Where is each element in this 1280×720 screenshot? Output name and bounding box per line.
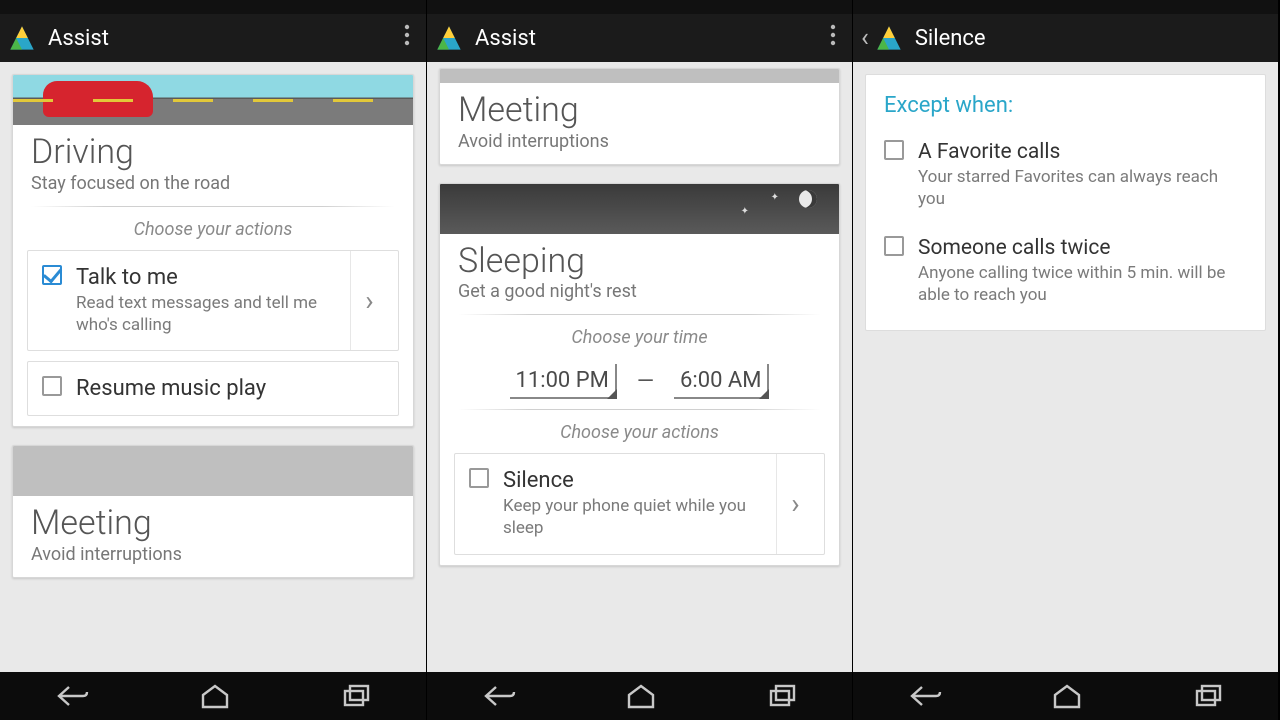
three-phone-row: Assist Driving Stay focused on the road …: [0, 0, 1280, 720]
card-meeting[interactable]: Meeting Avoid interruptions: [439, 68, 840, 165]
option-description: Read text messages and tell me who's cal…: [76, 292, 340, 336]
nav-back-button[interactable]: [908, 683, 942, 709]
section-label-time: Choose your time: [440, 315, 839, 358]
star-icon: ✦: [771, 192, 779, 203]
option-talk-to-me[interactable]: Talk to me Read text messages and tell m…: [27, 250, 399, 351]
checkbox-resume-music[interactable]: [42, 376, 62, 396]
android-status-bar: [427, 0, 852, 14]
android-nav-bar: [427, 672, 852, 720]
nav-home-button[interactable]: [200, 683, 230, 709]
nav-recents-button[interactable]: [767, 683, 797, 709]
card-meeting-preview[interactable]: Meeting Avoid interruptions: [12, 445, 414, 578]
nav-back-button[interactable]: [55, 683, 89, 709]
option-title: Silence: [503, 468, 766, 493]
android-status-bar: [0, 0, 426, 14]
sleeping-hero-image: ✦ ✦: [440, 184, 839, 234]
star-icon: ✦: [741, 206, 749, 217]
card-sleeping: ✦ ✦ Sleeping Get a good night's rest Cho…: [439, 183, 840, 566]
meeting-hero-image: [13, 446, 413, 496]
android-nav-bar: [853, 672, 1278, 720]
option-silence[interactable]: Silence Keep your phone quiet while you …: [454, 453, 825, 554]
setting-calls-twice[interactable]: Someone calls twice Anyone calling twice…: [880, 228, 1251, 324]
checkbox-calls-twice[interactable]: [884, 236, 904, 256]
silence-settings-card: Except when: A Favorite calls Your starr…: [865, 74, 1266, 331]
overflow-icon: [830, 24, 836, 46]
card-subtitle: Get a good night's rest: [458, 281, 821, 302]
nav-home-button[interactable]: [626, 683, 656, 709]
app-logo-icon: [8, 24, 36, 52]
setting-title: Someone calls twice: [918, 236, 1247, 260]
back-button[interactable]: ‹: [861, 25, 875, 51]
time-dash: —: [637, 369, 654, 394]
nav-home-button[interactable]: [1052, 683, 1082, 709]
nav-recents-button[interactable]: [341, 683, 371, 709]
card-title: Meeting: [458, 93, 821, 129]
card-title: Meeting: [31, 506, 395, 542]
android-nav-bar: [0, 672, 426, 720]
option-title: Resume music play: [76, 376, 384, 401]
phone-left: Assist Driving Stay focused on the road …: [0, 0, 426, 720]
checkbox-talk-to-me[interactable]: [42, 265, 62, 285]
card-subtitle: Avoid interruptions: [458, 131, 821, 152]
card-title: Driving: [31, 135, 395, 171]
moon-icon: [799, 190, 817, 208]
card-title: Sleeping: [458, 244, 821, 280]
driving-hero-image: [13, 75, 413, 125]
card-subtitle: Avoid interruptions: [31, 544, 395, 565]
app-bar-title: Assist: [48, 26, 396, 51]
phone-middle: Assist Meeting Avoid interruptions ✦ ✦: [426, 0, 852, 720]
setting-title: A Favorite calls: [918, 140, 1247, 164]
nav-recents-button[interactable]: [1193, 683, 1223, 709]
nav-back-button[interactable]: [482, 683, 516, 709]
meeting-hero-image: [440, 69, 839, 83]
android-status-bar: [853, 0, 1278, 14]
app-bar: Assist: [427, 14, 852, 62]
setting-favorite-calls[interactable]: A Favorite calls Your starred Favorites …: [880, 132, 1251, 228]
option-title: Talk to me: [76, 265, 340, 290]
overflow-menu-button[interactable]: [822, 24, 844, 52]
overflow-icon: [404, 24, 410, 46]
card-driving: Driving Stay focused on the road Choose …: [12, 74, 414, 427]
content-scroll[interactable]: Driving Stay focused on the road Choose …: [0, 62, 426, 672]
overflow-menu-button[interactable]: [396, 24, 418, 52]
app-bar: ‹ Silence: [853, 14, 1278, 62]
setting-description: Your starred Favorites can always reach …: [918, 166, 1247, 210]
start-time-picker[interactable]: 11:00 PM: [510, 364, 617, 399]
content-scroll[interactable]: Except when: A Favorite calls Your starr…: [853, 62, 1278, 672]
app-logo-icon: [875, 24, 903, 52]
app-bar-title: Assist: [475, 26, 822, 51]
phone-right: ‹ Silence Except when: A Favorite calls …: [852, 0, 1278, 720]
option-description: Keep your phone quiet while you sleep: [503, 495, 766, 539]
section-label-actions: Choose your actions: [440, 410, 839, 453]
chevron-right-icon[interactable]: ›: [776, 454, 814, 553]
app-bar: Assist: [0, 14, 426, 62]
end-time-picker[interactable]: 6:00 AM: [674, 364, 769, 399]
app-bar-title: Silence: [915, 26, 1270, 51]
chevron-right-icon[interactable]: ›: [350, 251, 388, 350]
app-logo-icon: [435, 24, 463, 52]
setting-description: Anyone calling twice within 5 min. will …: [918, 262, 1247, 306]
option-resume-music[interactable]: Resume music play: [27, 361, 399, 416]
time-range-row: 11:00 PM — 6:00 AM: [440, 358, 839, 409]
card-subtitle: Stay focused on the road: [31, 173, 395, 194]
checkbox-favorite-calls[interactable]: [884, 140, 904, 160]
settings-section-title: Except when:: [884, 93, 1247, 118]
checkbox-silence[interactable]: [469, 468, 489, 488]
section-label-actions: Choose your actions: [13, 207, 413, 250]
content-scroll[interactable]: Meeting Avoid interruptions ✦ ✦ Sleeping…: [427, 62, 852, 672]
